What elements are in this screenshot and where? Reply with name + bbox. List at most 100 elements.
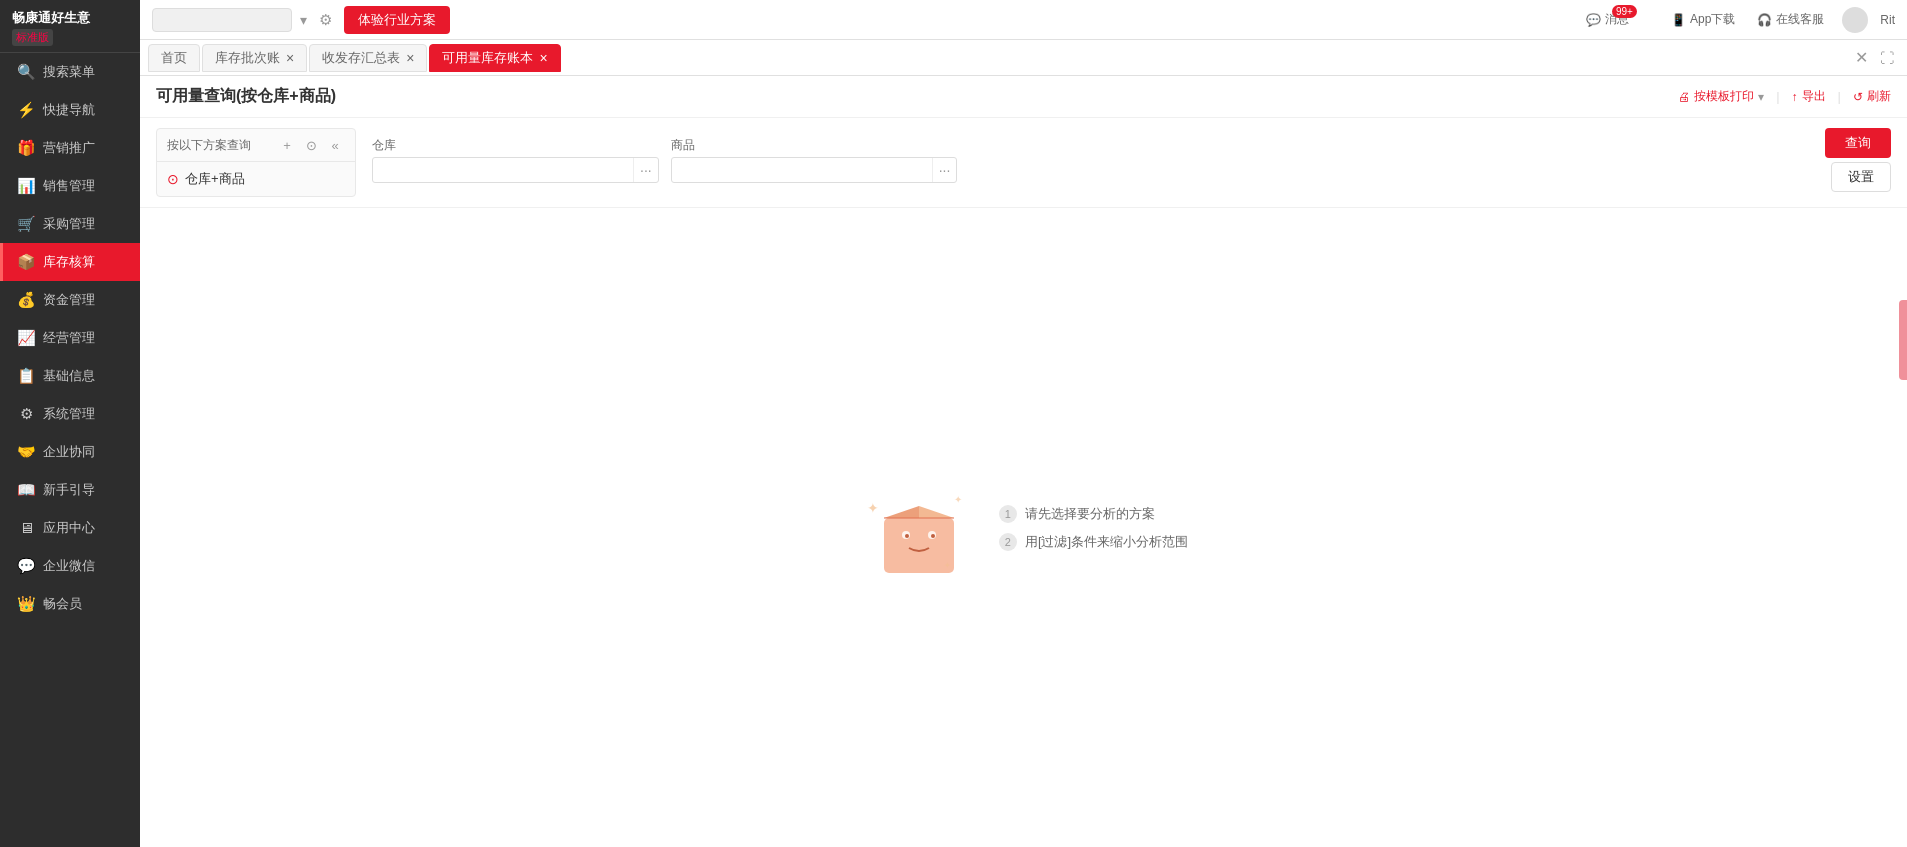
newbie-icon: 📖 — [17, 481, 35, 499]
scheme-panel-title: 按以下方案查询 — [167, 137, 251, 154]
sidebar-item-label: 销售管理 — [43, 177, 95, 195]
sidebar-item-newbie[interactable]: 📖 新手引导 — [0, 471, 140, 509]
query-button[interactable]: 查询 — [1825, 128, 1891, 158]
sidebar-item-sales[interactable]: 📊 销售管理 — [0, 167, 140, 205]
svg-text:✦: ✦ — [944, 561, 951, 570]
sidebar-item-label: 经营管理 — [43, 329, 95, 347]
headset-icon: 🎧 — [1757, 13, 1772, 27]
export-icon: ↑ — [1792, 90, 1798, 104]
settings-button[interactable]: 设置 — [1831, 162, 1891, 192]
topbar-gear-icon[interactable]: ⚙ — [319, 11, 332, 29]
tab-close-icon[interactable]: × — [406, 51, 414, 65]
sidebar: 畅康通好生意 标准版 🔍 搜索菜单 ⚡ 快捷导航 🎁 营销推广 📊 销售管理 🛒… — [0, 0, 140, 847]
quicknav-icon: ⚡ — [17, 101, 35, 119]
topbar-dropdown-icon[interactable]: ▾ — [300, 12, 307, 28]
sidebar-item-member[interactable]: 👑 畅会员 — [0, 585, 140, 623]
add-icon: + — [283, 138, 291, 153]
tab-summary[interactable]: 收发存汇总表 × — [309, 44, 427, 72]
sidebar-item-label: 畅会员 — [43, 595, 82, 613]
topbar-online-service[interactable]: 🎧 在线客服 — [1757, 11, 1824, 28]
sidebar-item-purchase[interactable]: 🛒 采购管理 — [0, 205, 140, 243]
trial-button[interactable]: 体验行业方案 — [344, 6, 450, 34]
app-version: 标准版 — [12, 29, 53, 46]
export-action[interactable]: ↑ 导出 — [1792, 88, 1826, 105]
sidebar-item-marketing[interactable]: 🎁 营销推广 — [0, 129, 140, 167]
tab-home-label: 首页 — [161, 49, 187, 67]
refresh-action[interactable]: ↺ 刷新 — [1853, 88, 1891, 105]
scroll-hint[interactable] — [1899, 300, 1907, 380]
sidebar-item-label: 系统管理 — [43, 405, 95, 423]
warehouse-filter-label: 仓库 — [372, 137, 659, 154]
scheme-item-warehouse-goods[interactable]: ⊙ 仓库+商品 — [157, 162, 355, 196]
sidebar-item-enterprise[interactable]: 🤝 企业协同 — [0, 433, 140, 471]
operations-icon: 📈 — [17, 329, 35, 347]
sidebar-item-inventory[interactable]: 📦 库存核算 — [0, 243, 140, 281]
topbar: ▾ ⚙ 体验行业方案 💬 消息 99+ 📱 App下载 🎧 在线客服 Rit — [140, 0, 1907, 40]
user-avatar[interactable] — [1842, 7, 1868, 33]
topbar-messages[interactable]: 💬 消息 99+ — [1586, 11, 1629, 28]
tab-expand-button[interactable]: ⛶ — [1875, 46, 1899, 70]
warehouse-filter-dots[interactable]: ··· — [633, 158, 658, 182]
goods-input[interactable] — [672, 158, 932, 182]
print-label: 按模板打印 — [1694, 88, 1754, 105]
svg-marker-1 — [884, 506, 919, 518]
sidebar-item-operations[interactable]: 📈 经营管理 — [0, 319, 140, 357]
app-download-icon: 📱 — [1671, 13, 1686, 27]
topbar-app-download[interactable]: 📱 App下载 — [1671, 11, 1735, 28]
scheme-collapse-button[interactable]: « — [325, 135, 345, 155]
wechat-icon: 💬 — [17, 557, 35, 575]
inventory-icon: 📦 — [17, 253, 35, 271]
tab-summary-label: 收发存汇总表 — [322, 49, 400, 67]
sidebar-item-system[interactable]: ⚙ 系统管理 — [0, 395, 140, 433]
purchase-icon: 🛒 — [17, 215, 35, 233]
step-2-label: 用[过滤]条件来缩小分析范围 — [1025, 533, 1188, 551]
scheme-add-button[interactable]: + — [277, 135, 297, 155]
refresh-icon: ↺ — [1853, 90, 1863, 104]
sidebar-item-label: 资金管理 — [43, 291, 95, 309]
page-header: 可用量查询(按仓库+商品) 🖨 按模板打印 ▾ | ↑ 导出 | ↺ 刷新 — [140, 76, 1907, 118]
filter-area: 仓库 ··· 商品 ··· 查询 — [372, 128, 1891, 197]
tab-close-icon[interactable]: × — [286, 51, 294, 65]
sidebar-item-finance[interactable]: 💰 资金管理 — [0, 281, 140, 319]
scheme-panel-header-actions: + ⊙ « — [277, 135, 345, 155]
empty-state-step-2: 2 用[过滤]条件来缩小分析范围 — [999, 533, 1188, 551]
sidebar-item-appcenter[interactable]: 🖥 应用中心 — [0, 509, 140, 547]
sidebar-item-label: 营销推广 — [43, 139, 95, 157]
empty-state-text: 1 请先选择要分析的方案 2 用[过滤]条件来缩小分析范围 — [999, 505, 1188, 551]
svg-point-7 — [931, 534, 935, 538]
tab-batch-ledger[interactable]: 库存批次账 × — [202, 44, 307, 72]
sidebar-item-basicinfo[interactable]: 📋 基础信息 — [0, 357, 140, 395]
sidebar-logo: 畅康通好生意 标准版 — [0, 0, 140, 53]
sidebar-item-quicknav[interactable]: ⚡ 快捷导航 — [0, 91, 140, 129]
chevron-down-icon[interactable]: ▾ — [1758, 90, 1764, 104]
print-icon: 🖨 — [1678, 90, 1690, 104]
tab-close-all-button[interactable]: ✕ — [1849, 46, 1873, 70]
sidebar-item-search[interactable]: 🔍 搜索菜单 — [0, 53, 140, 91]
online-service-label: 在线客服 — [1776, 11, 1824, 28]
tab-available-qty[interactable]: 可用量库存账本 × — [429, 44, 560, 72]
filter-row-1: 仓库 ··· 商品 ··· 查询 — [372, 128, 1891, 192]
main-content: ▾ ⚙ 体验行业方案 💬 消息 99+ 📱 App下载 🎧 在线客服 Rit 首… — [140, 0, 1907, 847]
appcenter-icon: 🖥 — [17, 519, 35, 536]
goods-filter-label: 商品 — [671, 137, 958, 154]
tab-home[interactable]: 首页 — [148, 44, 200, 72]
goods-input-wrap: ··· — [671, 157, 958, 183]
sales-icon: 📊 — [17, 177, 35, 195]
warehouse-input[interactable] — [373, 158, 633, 182]
message-icon: 💬 — [1586, 13, 1601, 27]
step-1-num: 1 — [999, 505, 1017, 523]
topbar-search-input[interactable] — [152, 8, 292, 32]
svg-marker-2 — [919, 506, 954, 518]
scheme-settings-button[interactable]: ⊙ — [301, 135, 321, 155]
print-action[interactable]: 🖨 按模板打印 ▾ — [1678, 88, 1764, 105]
tab-batch-ledger-label: 库存批次账 — [215, 49, 280, 67]
sidebar-item-wechat[interactable]: 💬 企业微信 — [0, 547, 140, 585]
svg-point-6 — [905, 534, 909, 538]
tab-close-icon[interactable]: × — [539, 51, 547, 65]
system-icon: ⚙ — [17, 405, 35, 423]
goods-filter-dots[interactable]: ··· — [932, 158, 957, 182]
refresh-label: 刷新 — [1867, 88, 1891, 105]
warehouse-filter-field: 仓库 ··· — [372, 137, 659, 183]
page-header-actions: 🖨 按模板打印 ▾ | ↑ 导出 | ↺ 刷新 — [1678, 88, 1891, 105]
basicinfo-icon: 📋 — [17, 367, 35, 385]
